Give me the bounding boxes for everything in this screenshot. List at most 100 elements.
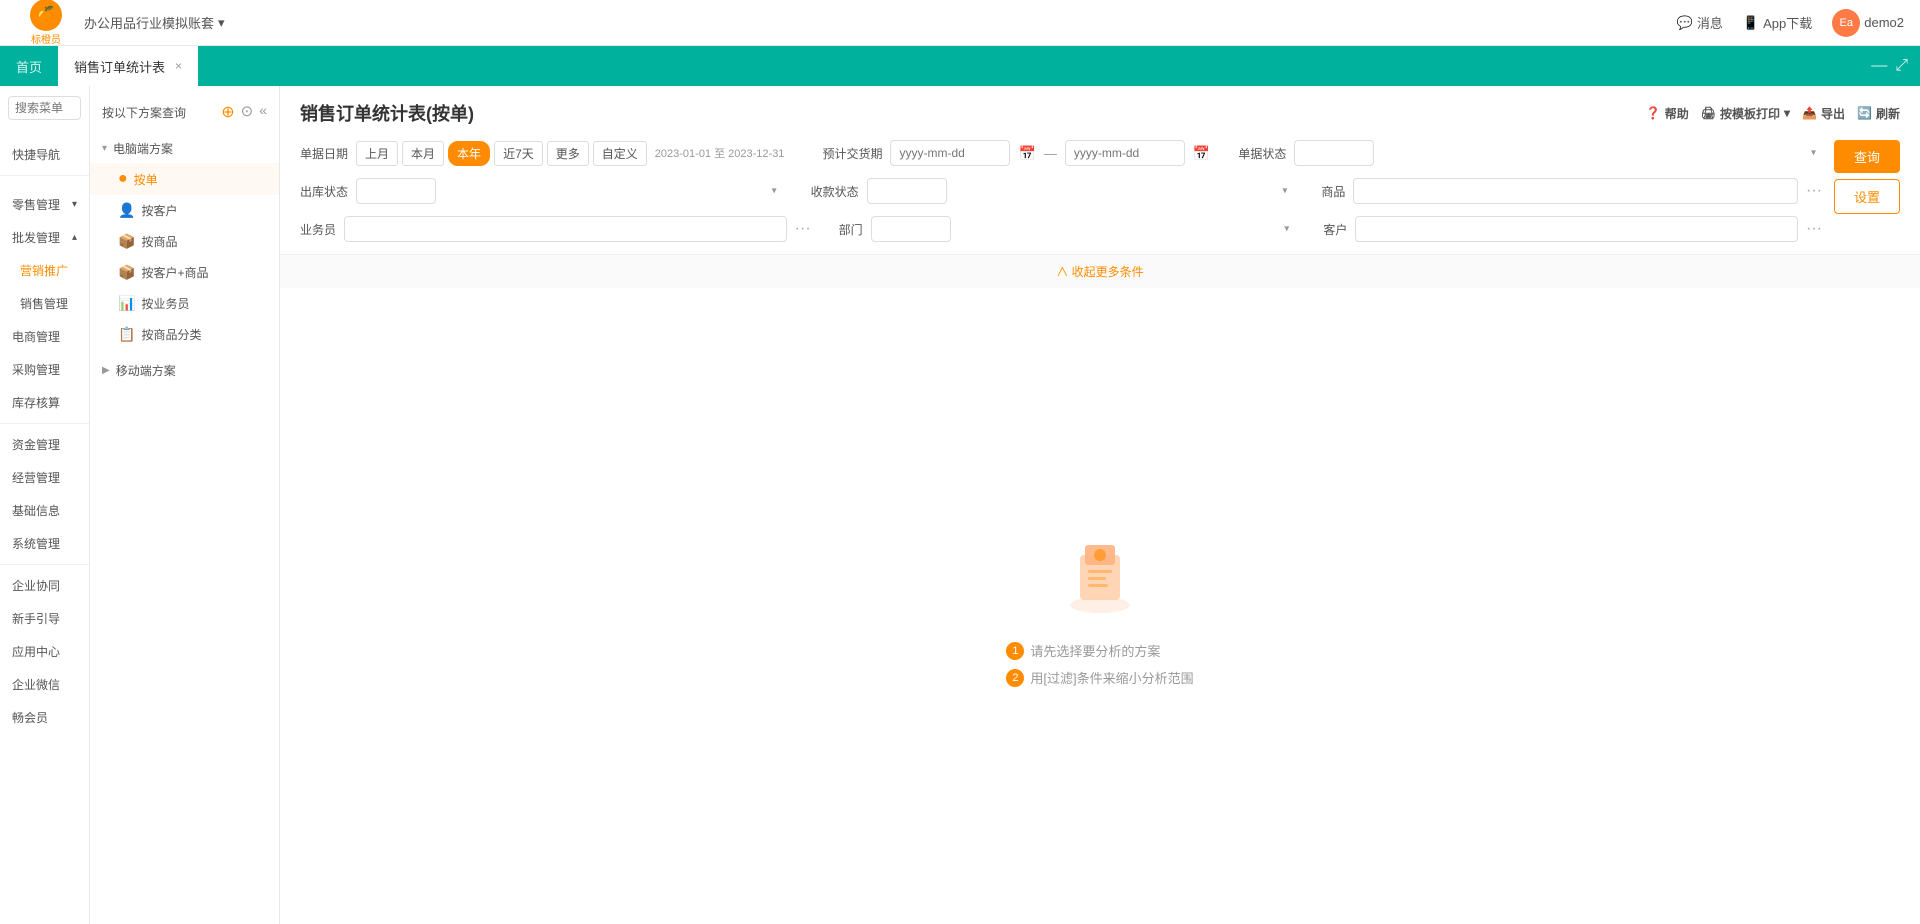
date-btn-this-month[interactable]: 本月 xyxy=(402,141,444,166)
scheme-item-by-category-icon: 📋 xyxy=(118,326,135,343)
product-more-icon[interactable]: ··· xyxy=(1806,182,1822,200)
date-btn-this-year[interactable]: 本年 xyxy=(448,141,490,166)
calendar-icon-2: 📅 xyxy=(1193,145,1210,162)
sidebar-item-wholesale[interactable]: 批发管理 ▴ xyxy=(0,221,89,254)
app-download-label: App下载 xyxy=(1763,13,1812,32)
date-range-text: 2023-01-01 至 2023-12-31 xyxy=(655,145,785,161)
payment-status-select-wrap: ▾ xyxy=(867,178,1294,204)
sidebar-item-retail[interactable]: 零售管理 ▾ xyxy=(0,188,89,221)
scheme-item-by-product-icon: 📦 xyxy=(118,233,135,250)
export-label: 导出 xyxy=(1821,105,1845,122)
sidebar-item-purchase[interactable]: 采购管理 xyxy=(0,353,89,386)
scheme-item-by-order[interactable]: ● 按单 xyxy=(90,163,279,195)
filter-product-label: 商品 xyxy=(1321,183,1345,200)
sidebar-item-member[interactable]: 畅会员 xyxy=(0,701,89,734)
search-button[interactable]: 查询 xyxy=(1834,140,1900,173)
message-button[interactable]: 💬 消息 xyxy=(1677,13,1723,32)
refresh-button[interactable]: 🔄 刷新 xyxy=(1857,105,1900,122)
calendar-icon-1: 📅 xyxy=(1018,145,1035,162)
salesperson-input[interactable] xyxy=(344,216,787,242)
shipment-status-select-wrap: ▾ xyxy=(356,178,783,204)
empty-tips: 1 请先选择要分析的方案 2 用[过滤]条件来缩小分析范围 xyxy=(1006,641,1193,687)
tab-maximize-icon[interactable]: ⤢ xyxy=(1895,57,1908,75)
order-status-select[interactable] xyxy=(1294,140,1374,166)
empty-tip-1: 1 请先选择要分析的方案 xyxy=(1006,641,1193,660)
dept-select[interactable] xyxy=(871,216,951,242)
customer-input[interactable] xyxy=(1355,216,1798,242)
expected-delivery-end-input[interactable] xyxy=(1065,140,1185,166)
empty-tip-1-text: 请先选择要分析的方案 xyxy=(1030,641,1160,660)
scheme-item-by-customer-icon: 👤 xyxy=(118,202,135,219)
sidebar-item-cooperation[interactable]: 企业协同 xyxy=(0,569,89,602)
tab-close-icon[interactable]: × xyxy=(175,59,182,73)
app-selector[interactable]: 办公用品行业模拟账套 ▾ xyxy=(84,13,225,32)
tab-home[interactable]: 首页 xyxy=(0,46,58,86)
payment-status-select[interactable] xyxy=(867,178,947,204)
scheme-item-by-customer-product[interactable]: 📦 按客户+商品 xyxy=(90,257,279,288)
help-button[interactable]: ❓ 帮助 xyxy=(1646,105,1689,122)
sidebar-nav: 快捷导航 xyxy=(0,130,89,188)
scheme-category-pc-title[interactable]: ▾ 电脑端方案 xyxy=(90,134,279,163)
scheme-add-icon[interactable]: ⊕ xyxy=(221,102,234,122)
sidebar-item-marketing[interactable]: 营销推广 xyxy=(0,254,89,287)
sidebar-item-sales[interactable]: 销售管理 xyxy=(0,287,89,320)
logo-icon: 🍊 xyxy=(30,0,62,31)
scheme-category-pc-arrow: ▾ xyxy=(102,143,107,154)
sidebar-item-inventory[interactable]: 库存核算 xyxy=(0,386,89,419)
scheme-item-by-category[interactable]: 📋 按商品分类 xyxy=(90,319,279,350)
sidebar-item-basic[interactable]: 基础信息 xyxy=(0,494,89,527)
collapse-more-button[interactable]: ∧ 收起更多条件 xyxy=(280,254,1920,288)
sidebar-item-operations[interactable]: 经营管理 xyxy=(0,461,89,494)
sidebar-item-app-center[interactable]: 应用中心 xyxy=(0,635,89,668)
sidebar-item-finance[interactable]: 资金管理 xyxy=(0,428,89,461)
scheme-item-by-product[interactable]: 📦 按商品 xyxy=(90,226,279,257)
scheme-item-by-salesperson[interactable]: 📊 按业务员 xyxy=(90,288,279,319)
sidebar-item-guide[interactable]: 新手引导 xyxy=(0,602,89,635)
date-btn-more[interactable]: 更多 xyxy=(547,141,589,166)
logo-text: 标橙员 xyxy=(31,31,61,46)
top-bar-right: 💬 消息 📱 App下载 Ea demo2 xyxy=(1677,9,1904,37)
main-layout: 快捷导航 零售管理 ▾ 批发管理 ▴ 营销推广 销售管理 电商管理 采购管理 库… xyxy=(0,86,1920,924)
tab-statistics[interactable]: 销售订单统计表 × xyxy=(58,46,198,86)
user-menu[interactable]: Ea demo2 xyxy=(1832,9,1904,37)
scheme-category-mobile-title[interactable]: ▶ 移动端方案 xyxy=(90,356,279,385)
filter-date-label: 单据日期 xyxy=(300,145,348,162)
scheme-collapse-icon[interactable]: « xyxy=(259,102,267,122)
expected-delivery-start-input[interactable] xyxy=(890,140,1010,166)
sidebar-item-quicknav[interactable]: 快捷导航 xyxy=(0,138,89,171)
export-button[interactable]: 📤 导出 xyxy=(1802,105,1845,122)
customer-more-icon[interactable]: ··· xyxy=(1806,220,1822,238)
scheme-item-by-customer[interactable]: 👤 按客户 xyxy=(90,195,279,226)
print-button[interactable]: 🖨 按模板打印 ▾ xyxy=(1701,105,1790,122)
scheme-item-by-customer-product-label: 按客户+商品 xyxy=(141,264,208,281)
date-btn-custom[interactable]: 自定义 xyxy=(593,141,647,166)
scheme-settings-icon[interactable]: ⊙ xyxy=(241,102,254,122)
scheme-panel-header: 按以下方案查询 ⊕ ⊙ « xyxy=(90,96,279,128)
scheme-item-by-salesperson-label: 按业务员 xyxy=(141,295,189,312)
help-icon: ❓ xyxy=(1646,106,1661,120)
sidebar-divider-2 xyxy=(0,423,89,424)
help-label: 帮助 xyxy=(1665,105,1689,122)
search-input[interactable] xyxy=(8,96,81,120)
sidebar-item-ecommerce[interactable]: 电商管理 xyxy=(0,320,89,353)
action-buttons: 查询 设置 xyxy=(1822,140,1900,214)
shipment-status-select[interactable] xyxy=(356,178,436,204)
top-bar-left: 🍊 标橙员 办公用品行业模拟账套 ▾ xyxy=(16,0,225,46)
sidebar-item-system[interactable]: 系统管理 xyxy=(0,527,89,560)
app-download-button[interactable]: 📱 App下载 xyxy=(1743,13,1812,32)
refresh-label: 刷新 xyxy=(1876,105,1900,122)
scheme-category-mobile: ▶ 移动端方案 xyxy=(90,356,279,385)
setting-button[interactable]: 设置 xyxy=(1834,179,1900,214)
date-btn-7days[interactable]: 近7天 xyxy=(494,141,543,166)
date-btn-last-month[interactable]: 上月 xyxy=(356,141,398,166)
filter-order-status-label: 单据状态 xyxy=(1238,145,1286,162)
shipment-status-chevron-icon: ▾ xyxy=(772,186,777,197)
sidebar: 快捷导航 零售管理 ▾ 批发管理 ▴ 营销推广 销售管理 电商管理 采购管理 库… xyxy=(0,86,90,924)
salesperson-more-icon[interactable]: ··· xyxy=(795,220,811,238)
tab-minimize-icon[interactable]: — xyxy=(1871,57,1887,75)
scheme-panel: 按以下方案查询 ⊕ ⊙ « ▾ 电脑端方案 ● 按单 👤 按客 xyxy=(90,86,280,924)
sidebar-item-wechat[interactable]: 企业微信 xyxy=(0,668,89,701)
scheme-item-by-product-label: 按商品 xyxy=(141,233,177,250)
product-input[interactable] xyxy=(1353,178,1798,204)
filter-row-2: 出库状态 ▾ 收款状态 xyxy=(300,178,1822,204)
